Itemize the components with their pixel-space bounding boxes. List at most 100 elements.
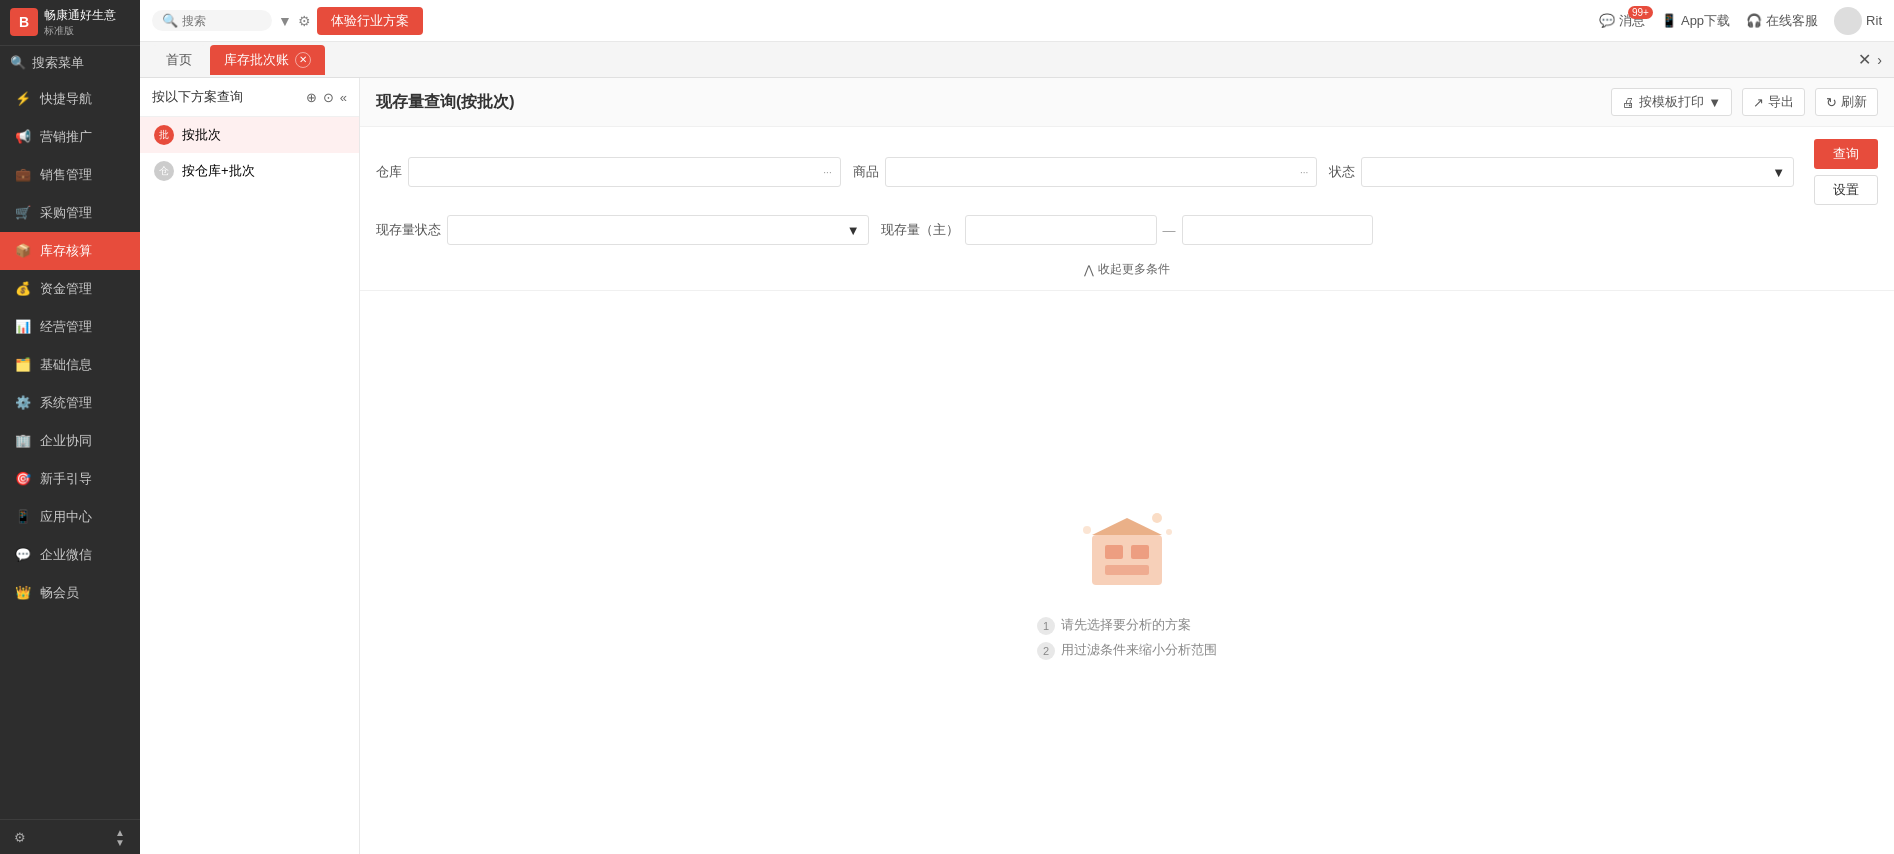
query-btn[interactable]: 查询 [1814, 139, 1878, 169]
plan-item-by-batch[interactable]: 批 按批次 [140, 117, 359, 153]
refresh-label: 刷新 [1841, 93, 1867, 111]
inventory-amount-range: — [965, 215, 1374, 245]
close-arrow-icon[interactable]: › [1877, 52, 1882, 68]
inventory-amount-min[interactable] [965, 215, 1157, 245]
sidebar-item-shortcuts[interactable]: ⚡ 快捷导航 [0, 80, 140, 118]
status-filter: 状态 ▼ [1329, 157, 1794, 187]
sidebar-item-sales[interactable]: 💼 销售管理 [0, 156, 140, 194]
export-btn[interactable]: ↗ 导出 [1742, 88, 1805, 116]
user-avatar [1834, 7, 1862, 35]
finance-icon: 💰 [14, 280, 32, 298]
scroll-down[interactable]: ▼ [114, 838, 126, 846]
inventory-label: 库存核算 [40, 242, 92, 260]
status-select[interactable]: ▼ [1361, 157, 1794, 187]
export-icon: ↗ [1753, 95, 1764, 110]
plan-item-by-warehouse-batch[interactable]: 仓 按仓库+批次 [140, 153, 359, 189]
phone-icon: 📱 [1661, 13, 1677, 28]
empty-illustration [1067, 480, 1187, 600]
export-label: 导出 [1768, 93, 1794, 111]
main-area: 🔍 ▼ ⚙ 体验行业方案 💬 消息 99+ 📱 App下载 🎧 在线客服 [140, 0, 1894, 854]
close-panel-btn[interactable]: ✕ [1858, 50, 1871, 69]
sidebar-header: B 畅康通好生意 标准版 [0, 0, 140, 46]
member-label: 畅会员 [40, 584, 79, 602]
sidebar-item-guide[interactable]: 🎯 新手引导 [0, 460, 140, 498]
message-icon: 💬 [1599, 13, 1615, 28]
warehouse-label: 仓库 [376, 163, 402, 181]
empty-tip-2: 2 用过滤条件来缩小分析范围 [1037, 641, 1217, 660]
sidebar-item-basic[interactable]: 🗂️ 基础信息 [0, 346, 140, 384]
empty-state: 1 请先选择要分析的方案 2 用过滤条件来缩小分析范围 [360, 291, 1894, 854]
sidebar-item-apps[interactable]: 📱 应用中心 [0, 498, 140, 536]
product-filter: 商品 ··· [853, 157, 1318, 187]
wechat-label: 企业微信 [40, 546, 92, 564]
print-template-btn[interactable]: 🖨 按模板打印 ▼ [1611, 88, 1732, 116]
inventory-status-select[interactable]: ▼ [447, 215, 869, 245]
print-dropdown-icon[interactable]: ▼ [1708, 95, 1721, 110]
sidebar-item-member[interactable]: 👑 畅会员 [0, 574, 140, 612]
sidebar-footer: ⚙ ▲ ▼ [0, 819, 140, 854]
svg-point-6 [1166, 529, 1172, 535]
enterprise-icon: 🏢 [14, 432, 32, 450]
manage-plan-icon[interactable]: ⊙ [323, 90, 334, 105]
app-download-label: App下载 [1681, 12, 1730, 30]
settings-footer-icon[interactable]: ⚙ [14, 830, 26, 845]
scroll-up[interactable]: ▲ [114, 828, 126, 836]
shortcuts-label: 快捷导航 [40, 90, 92, 108]
search-menu[interactable]: 🔍 搜索菜单 [0, 46, 140, 80]
warehouse-filter: 仓库 ··· [376, 157, 841, 187]
topbar-settings-icon[interactable]: ⚙ [298, 13, 311, 29]
sales-icon: 💼 [14, 166, 32, 184]
page-actions: 🖨 按模板打印 ▼ ↗ 导出 ↻ 刷新 [1611, 88, 1878, 116]
topbar-gear-icon[interactable]: ▼ [278, 13, 292, 29]
sidebar-item-wechat[interactable]: 💬 企业微信 [0, 536, 140, 574]
refresh-icon: ↻ [1826, 95, 1837, 110]
sidebar-item-system[interactable]: ⚙️ 系统管理 [0, 384, 140, 422]
page-title: 现存量查询(按批次) [376, 92, 515, 113]
left-panel-title: 按以下方案查询 [152, 88, 243, 106]
user-profile-btn[interactable]: Rit [1834, 7, 1882, 35]
apps-label: 应用中心 [40, 508, 92, 526]
warehouse-input[interactable]: ··· [408, 157, 841, 187]
svg-rect-2 [1105, 545, 1123, 559]
svg-rect-4 [1105, 565, 1149, 575]
sidebar-item-marketing[interactable]: 📢 营销推广 [0, 118, 140, 156]
search-menu-label: 搜索菜单 [32, 54, 84, 72]
tab-home-label: 首页 [166, 51, 192, 69]
collapse-filters-btn[interactable]: ⋀ 收起更多条件 [376, 255, 1878, 278]
operations-icon: 📊 [14, 318, 32, 336]
plan-icon-gray: 仓 [154, 161, 174, 181]
tab-home[interactable]: 首页 [152, 45, 206, 75]
empty-tips: 1 请先选择要分析的方案 2 用过滤条件来缩小分析范围 [1037, 616, 1217, 666]
add-plan-icon[interactable]: ⊕ [306, 90, 317, 105]
warehouse-dots-icon: ··· [823, 167, 831, 178]
sidebar-item-operations[interactable]: 📊 经营管理 [0, 308, 140, 346]
inventory-amount-max[interactable] [1182, 215, 1374, 245]
tab-inventory-batch[interactable]: 库存批次账 ✕ [210, 45, 325, 75]
search-icon: 🔍 [10, 55, 26, 70]
topbar-search-input[interactable] [182, 14, 262, 28]
online-service-btn[interactable]: 🎧 在线客服 [1746, 12, 1818, 30]
settings-btn[interactable]: 设置 [1814, 175, 1878, 205]
sales-label: 销售管理 [40, 166, 92, 184]
topbar: 🔍 ▼ ⚙ 体验行业方案 💬 消息 99+ 📱 App下载 🎧 在线客服 [140, 0, 1894, 42]
experience-btn[interactable]: 体验行业方案 [317, 7, 423, 35]
operations-label: 经营管理 [40, 318, 92, 336]
scroll-controls: ▲ ▼ [114, 828, 126, 846]
filter-row-2: 现存量状态 ▼ 现存量（主） — [376, 215, 1878, 245]
refresh-btn[interactable]: ↻ 刷新 [1815, 88, 1878, 116]
sidebar-item-enterprise[interactable]: 🏢 企业协同 [0, 422, 140, 460]
inventory-status-label: 现存量状态 [376, 221, 441, 239]
sidebar-item-purchase[interactable]: 🛒 采购管理 [0, 194, 140, 232]
messages-btn[interactable]: 💬 消息 99+ [1599, 12, 1645, 30]
print-template-label: 按模板打印 [1639, 93, 1704, 111]
app-download-btn[interactable]: 📱 App下载 [1661, 12, 1730, 30]
topbar-right: 💬 消息 99+ 📱 App下载 🎧 在线客服 Rit [1599, 7, 1882, 35]
product-input[interactable]: ··· [885, 157, 1318, 187]
marketing-icon: 📢 [14, 128, 32, 146]
sidebar-item-inventory[interactable]: 📦 库存核算 [0, 232, 140, 270]
collapse-panel-icon[interactable]: « [340, 90, 347, 105]
tab-inventory-batch-close[interactable]: ✕ [295, 52, 311, 68]
filter-area: 仓库 ··· 商品 ··· 状态 [360, 127, 1894, 291]
sidebar-item-finance[interactable]: 💰 资金管理 [0, 270, 140, 308]
search-box[interactable]: 🔍 [152, 10, 272, 31]
